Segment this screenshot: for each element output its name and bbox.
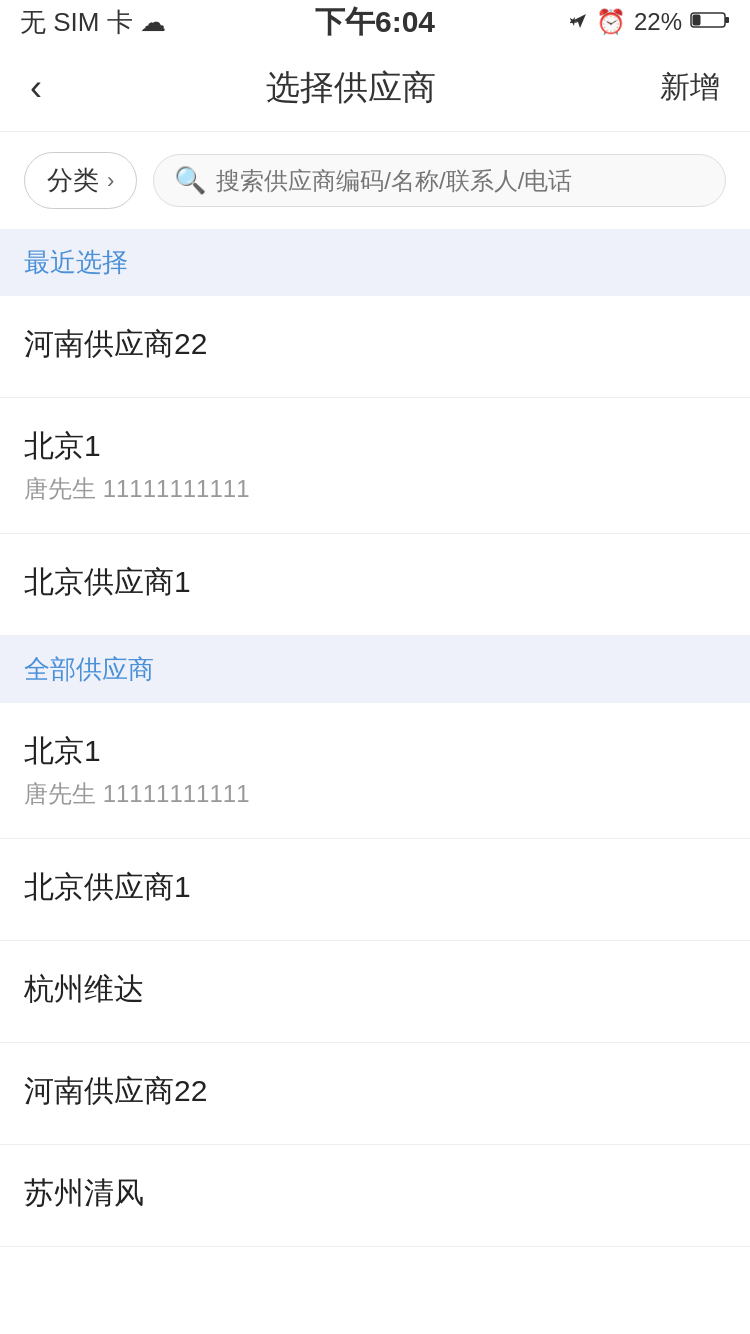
category-label: 分类	[47, 163, 99, 198]
page-title: 选择供应商	[266, 65, 436, 111]
svg-rect-2	[693, 15, 701, 26]
new-action-button[interactable]: 新增	[660, 67, 720, 108]
all-section-label: 全部供应商	[24, 654, 154, 684]
recent-section-header: 最近选择	[0, 229, 750, 296]
all-section-header: 全部供应商	[0, 636, 750, 703]
battery-icon	[690, 8, 730, 36]
status-bar: 无 SIM 卡 ☁ 下午6:04 ⏰ 22%	[0, 0, 750, 44]
filter-row: 分类 › 🔍	[0, 132, 750, 229]
item-name: 北京1	[24, 426, 726, 467]
list-item[interactable]: 北京1 唐先生 11111111111	[0, 703, 750, 839]
search-box[interactable]: 🔍	[153, 154, 726, 207]
item-detail: 唐先生 11111111111	[24, 778, 726, 810]
search-icon: 🔍	[174, 165, 206, 196]
chevron-right-icon: ›	[107, 168, 114, 194]
recent-list: 河南供应商22 北京1 唐先生 11111111111 北京供应商1	[0, 296, 750, 636]
item-name: 北京供应商1	[24, 562, 726, 603]
item-name: 河南供应商22	[24, 1071, 726, 1112]
item-name: 苏州清风	[24, 1173, 726, 1214]
list-item[interactable]: 河南供应商22	[0, 1043, 750, 1145]
list-item[interactable]: 北京供应商1	[0, 839, 750, 941]
category-button[interactable]: 分类 ›	[24, 152, 137, 209]
alarm-icon: ⏰	[596, 8, 626, 36]
location-icon	[570, 8, 588, 36]
svg-rect-1	[725, 17, 729, 23]
search-input[interactable]	[216, 167, 705, 195]
item-name: 北京供应商1	[24, 867, 726, 908]
item-name: 杭州维达	[24, 969, 726, 1010]
recent-section-label: 最近选择	[24, 247, 128, 277]
no-sim-label: 无 SIM 卡 ☁	[20, 5, 166, 40]
nav-bar: ‹ 选择供应商 新增	[0, 44, 750, 132]
list-item[interactable]: 河南供应商22	[0, 296, 750, 398]
item-name: 河南供应商22	[24, 324, 726, 365]
all-list: 北京1 唐先生 11111111111 北京供应商1 杭州维达河南供应商22 苏州清风	[0, 703, 750, 1247]
list-item[interactable]: 北京1 唐先生 11111111111	[0, 398, 750, 534]
list-item[interactable]: 苏州清风	[0, 1145, 750, 1247]
item-name: 北京1	[24, 731, 726, 772]
status-time: 下午6:04	[315, 2, 435, 43]
status-left: 无 SIM 卡 ☁	[20, 5, 166, 40]
list-item[interactable]: 北京供应商1	[0, 534, 750, 636]
back-button[interactable]: ‹	[30, 67, 42, 109]
battery-label: 22%	[634, 8, 682, 36]
item-detail: 唐先生 11111111111	[24, 473, 726, 505]
status-right: ⏰ 22%	[570, 8, 730, 36]
list-item[interactable]: 杭州维达	[0, 941, 750, 1043]
